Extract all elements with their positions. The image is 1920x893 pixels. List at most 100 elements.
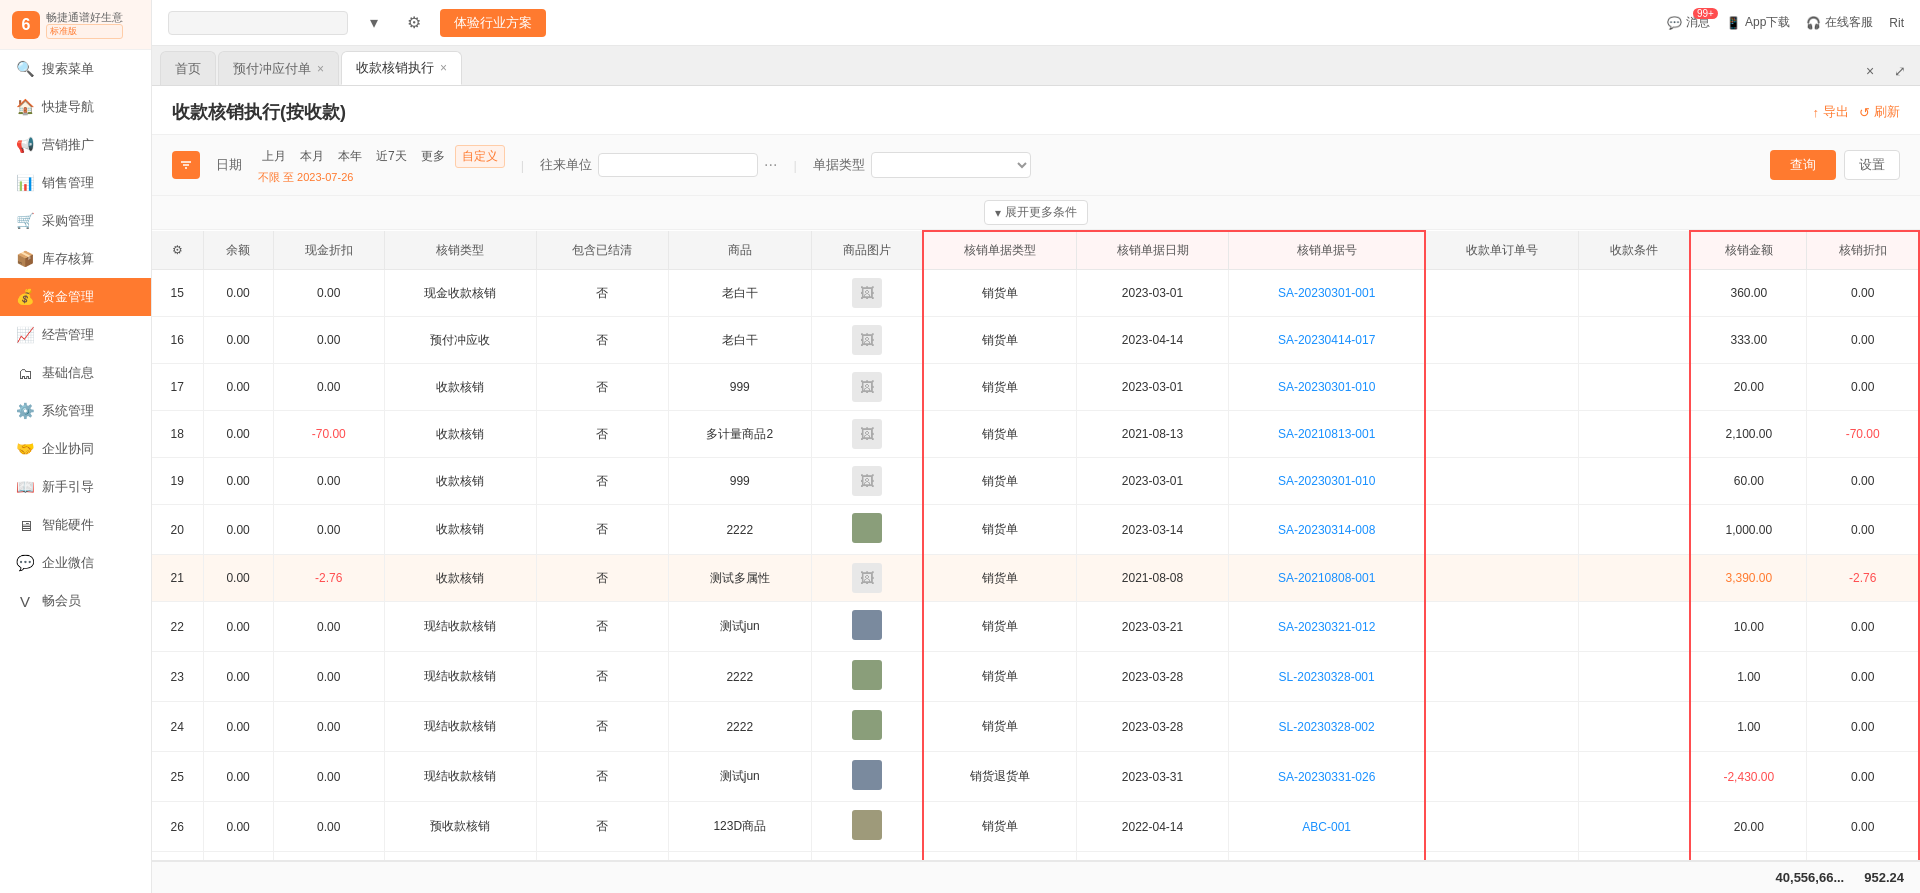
tab-prepay-close[interactable]: × <box>317 63 324 75</box>
doc-no-link[interactable]: SL-20230328-002 <box>1279 720 1375 734</box>
doc-type-select[interactable] <box>871 152 1031 178</box>
filter-expand-button[interactable] <box>172 151 200 179</box>
sidebar-item-purchase[interactable]: 🛒采购管理 <box>0 202 151 240</box>
logo-text: 畅捷通谱好生意 <box>46 10 123 24</box>
tab-prepay[interactable]: 预付冲应付单 × <box>218 51 339 85</box>
doc-no-link[interactable]: SA-20230414-017 <box>1278 333 1375 347</box>
date-opt-7days[interactable]: 近7天 <box>372 146 411 167</box>
export-button[interactable]: ↑ 导出 <box>1813 103 1850 121</box>
row-goods: 2222 <box>668 652 811 702</box>
row-doc-no[interactable]: ABC-001 <box>1229 802 1426 852</box>
sidebar-item-label: 智能硬件 <box>42 516 94 534</box>
row-doc-no[interactable]: SA-20230414-017 <box>1229 317 1426 364</box>
sidebar-item-finance[interactable]: 💰资金管理 <box>0 278 151 316</box>
app-download-button[interactable]: 📱 App下载 <box>1726 14 1790 31</box>
partner-input[interactable] <box>598 153 758 177</box>
doc-no-link[interactable]: SA-20230301-010 <box>1278 380 1375 394</box>
row-doc-no[interactable]: SL-20230328-002 <box>1229 702 1426 752</box>
date-opt-last-month[interactable]: 上月 <box>258 146 290 167</box>
chevron-down-icon: ▾ <box>995 206 1001 220</box>
row-doc-no[interactable]: SA-20230314-008 <box>1229 505 1426 555</box>
refresh-button[interactable]: ↺ 刷新 <box>1859 103 1900 121</box>
row-doc-no[interactable]: SA-20230301-010 <box>1229 458 1426 505</box>
row-goods-img: 🖼 <box>811 270 923 317</box>
row-doc-no[interactable]: SA-20230321-012 <box>1229 602 1426 652</box>
tab-receivable[interactable]: 收款核销执行 × <box>341 51 462 85</box>
doc-no-link[interactable]: SA-20230321-012 <box>1278 620 1375 634</box>
sidebar-item-inventory[interactable]: 📦库存核算 <box>0 240 151 278</box>
sidebar-item-system[interactable]: ⚙️系统管理 <box>0 392 151 430</box>
page-content: 收款核销执行(按收款) ↑ 导出 ↺ 刷新 日期 <box>152 86 1920 893</box>
main-area: ▾ ⚙ 体验行业方案 💬 消息 99+ 📱 App下载 🎧 在线客服 Rit <box>152 0 1920 893</box>
date-opt-custom[interactable]: 自定义 <box>455 145 505 168</box>
row-payment-cond <box>1578 702 1690 752</box>
row-doc-no[interactable]: SA-20210808-001 <box>1229 555 1426 602</box>
sidebar-item-marketing[interactable]: 📢营销推广 <box>0 126 151 164</box>
row-included-cleared: 否 <box>537 270 669 317</box>
doc-no-link[interactable]: SA-20230301-010 <box>1278 474 1375 488</box>
sidebar-item-smart-hw[interactable]: 🖥智能硬件 <box>0 506 151 544</box>
date-opt-this-month[interactable]: 本月 <box>296 146 328 167</box>
doc-no-link[interactable]: ABC-001 <box>1302 820 1351 834</box>
sidebar-item-operations[interactable]: 📈经营管理 <box>0 316 151 354</box>
chevron-down-icon[interactable]: ▾ <box>360 9 388 37</box>
row-doc-no[interactable]: SL-20230328-001 <box>1229 652 1426 702</box>
row-cancel-type: 收款核销 <box>384 505 536 555</box>
row-doc-no[interactable]: SA-20210813-001 <box>1229 411 1426 458</box>
doc-no-link[interactable]: SA-20210813-001 <box>1278 427 1375 441</box>
tab-close-all-icon[interactable]: × <box>1858 58 1882 82</box>
tab-expand-icon[interactable]: ⤢ <box>1888 58 1912 82</box>
doc-no-link[interactable]: SA-20230331-026 <box>1278 770 1375 784</box>
row-cancel-discount: 0.00 <box>1807 505 1919 555</box>
data-table-wrapper[interactable]: ⚙ 余额 现金折扣 核销类型 包含已结清 商品 商品图片 核销单据类型 核销单据… <box>152 230 1920 860</box>
row-goods-img: 🖼 <box>811 317 923 364</box>
tab-home[interactable]: 首页 <box>160 51 216 85</box>
industry-solution-button[interactable]: 体验行业方案 <box>440 9 546 37</box>
partner-dots[interactable]: ··· <box>764 156 777 174</box>
sidebar-item-sales[interactable]: 📊销售管理 <box>0 164 151 202</box>
date-opt-this-year[interactable]: 本年 <box>334 146 366 167</box>
row-cash-discount: -70.00 <box>273 411 384 458</box>
row-payment-order <box>1425 270 1578 317</box>
row-cancel-discount: 0.00 <box>1807 752 1919 802</box>
sidebar-item-guide[interactable]: 📖新手引导 <box>0 468 151 506</box>
row-cash-discount: 0.00 <box>273 802 384 852</box>
message-button[interactable]: 💬 消息 99+ <box>1667 14 1710 31</box>
row-doc-no[interactable]: SA-20230331-026 <box>1229 752 1426 802</box>
table-row: 21 0.00 -2.76 收款核销 否 测试多属性 🖼 销货单 2021-08… <box>152 555 1919 602</box>
doc-no-link[interactable]: SA-20210808-001 <box>1278 571 1375 585</box>
row-id: 20 <box>152 505 203 555</box>
sidebar-item-member[interactable]: V畅会员 <box>0 582 151 620</box>
sidebar-item-basic-info[interactable]: 🗂基础信息 <box>0 354 151 392</box>
sidebar-item-collab[interactable]: 🤝企业协同 <box>0 430 151 468</box>
sidebar-item-quick-nav[interactable]: 🏠快捷导航 <box>0 88 151 126</box>
col-header-goods-img: 商品图片 <box>811 231 923 270</box>
user-label[interactable]: Rit <box>1889 16 1904 30</box>
online-service-button[interactable]: 🎧 在线客服 <box>1806 14 1873 31</box>
query-button[interactable]: 查询 <box>1770 150 1836 180</box>
row-balance: 0.00 <box>203 802 273 852</box>
row-doc-no[interactable]: SA-20230301-001 <box>1229 270 1426 317</box>
settings-button[interactable]: 设置 <box>1844 150 1900 180</box>
doc-no-link[interactable]: SA-20230301-001 <box>1278 286 1375 300</box>
expand-more-button[interactable]: ▾ 展开更多条件 <box>984 200 1088 225</box>
doc-no-link[interactable]: SL-20230328-001 <box>1279 670 1375 684</box>
sidebar-item-search[interactable]: 🔍搜索菜单 <box>0 50 151 88</box>
row-cancel-amount: 2,100.00 <box>1690 411 1807 458</box>
row-cancel-type: 收款核销 <box>384 458 536 505</box>
date-opt-more[interactable]: 更多 <box>417 146 449 167</box>
tab-receivable-close[interactable]: × <box>440 62 447 74</box>
row-balance: 0.00 <box>203 505 273 555</box>
doc-no-link[interactable]: SA-20230314-008 <box>1278 523 1375 537</box>
col-header-settings[interactable]: ⚙ <box>152 231 203 270</box>
row-cancel-type: 收款核销 <box>384 555 536 602</box>
sales-icon: 📊 <box>16 174 34 192</box>
sidebar-item-wechat[interactable]: 💬企业微信 <box>0 544 151 582</box>
search-input[interactable] <box>168 11 348 35</box>
row-cancel-type: 现结收款核销 <box>384 852 536 861</box>
row-included-cleared: 否 <box>537 458 669 505</box>
row-doc-no[interactable]: SA-20230301-010 <box>1229 364 1426 411</box>
settings-icon[interactable]: ⚙ <box>400 9 428 37</box>
row-doc-no[interactable]: SL-20230408-001 <box>1229 852 1426 861</box>
member-icon: V <box>16 592 34 610</box>
